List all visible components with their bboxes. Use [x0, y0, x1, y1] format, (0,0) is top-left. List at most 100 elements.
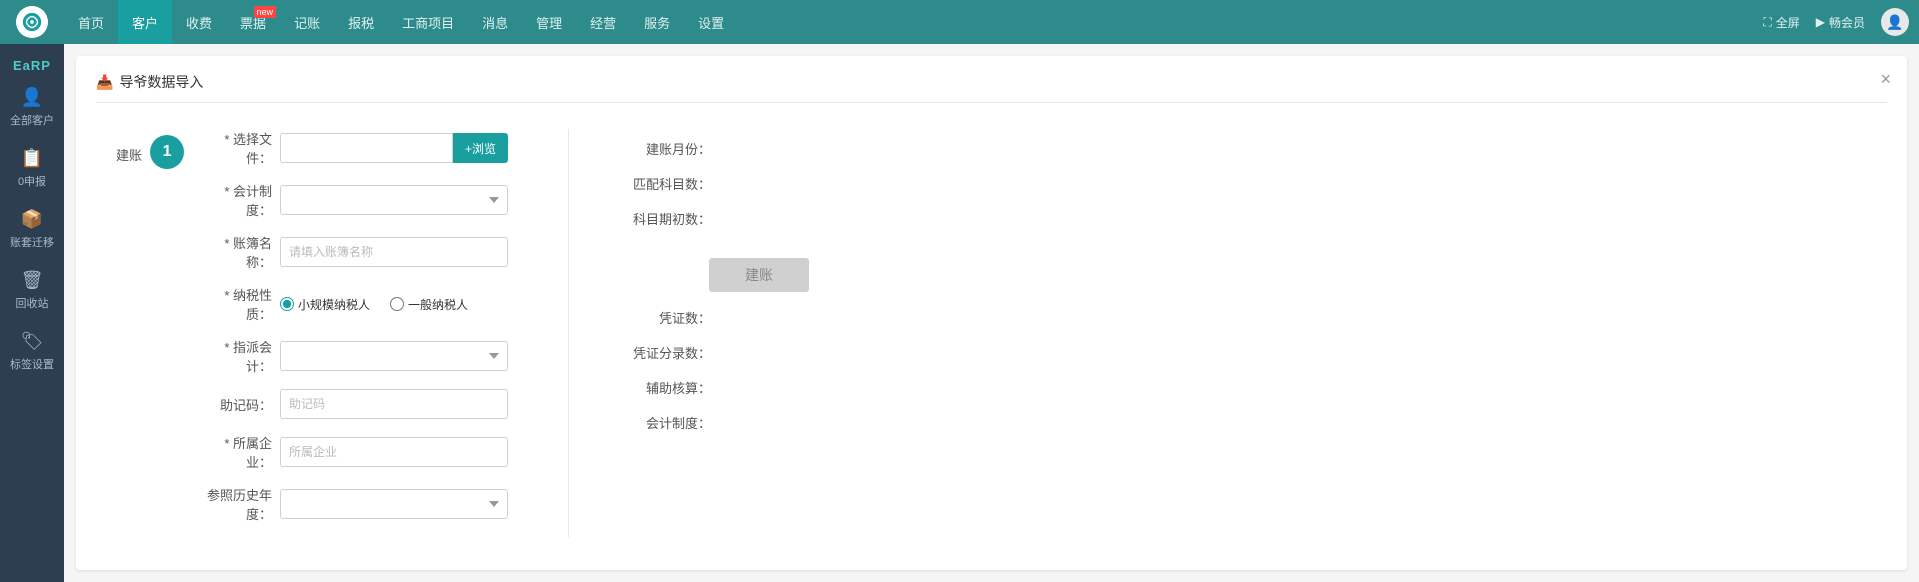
company-input[interactable]: [280, 437, 508, 467]
accounting-row: * 会计制度：: [200, 181, 508, 219]
avatar[interactable]: 👤: [1881, 8, 1909, 36]
close-button[interactable]: ×: [1880, 70, 1891, 88]
nav-bookkeeping[interactable]: 记账: [280, 0, 334, 44]
play-icon: ▶: [1816, 15, 1825, 29]
nav-tax[interactable]: 报税: [334, 0, 388, 44]
sidebar-item-recycle[interactable]: 🗑 回收站: [0, 262, 64, 319]
period-row: 科目期初数：: [629, 209, 889, 228]
file-label: * 选择文件：: [200, 129, 280, 167]
right-panel: 建账月份： 匹配科目数： 科目期初数： 建账: [629, 129, 889, 537]
build-btn-container: 建账: [629, 258, 889, 292]
company-row: * 所属企业：: [200, 433, 508, 471]
trash-icon: 🗑: [21, 270, 44, 291]
general-taxpayer-radio[interactable]: [390, 297, 404, 311]
page-header: 📥 导爷数据导入 ×: [96, 72, 1887, 103]
form-fields: * 选择文件： +浏览 * 会计制度：: [200, 129, 508, 537]
voucher-records-row: 凭证分录数：: [629, 343, 889, 362]
general-taxpayer-label: 一般纳税人: [408, 296, 468, 313]
month-label: 建账月份：: [629, 139, 719, 158]
accounting-label: * 会计制度：: [200, 181, 280, 219]
build-button[interactable]: 建账: [709, 258, 809, 292]
sidebar-item-tags[interactable]: 🏷 标签设置: [0, 323, 64, 380]
import-icon: 📥: [96, 74, 113, 91]
mnemonic-input[interactable]: [280, 389, 508, 419]
file-input[interactable]: [280, 133, 453, 163]
small-taxpayer-radio[interactable]: [280, 297, 294, 311]
nav-operation[interactable]: 经营: [576, 0, 630, 44]
box-icon: 📦: [21, 209, 43, 230]
form-layout: 建账 1 * 选择文件： +浏览: [96, 119, 1887, 547]
doc-icon: 📋: [21, 148, 43, 169]
sidebar-item-all-customers[interactable]: 👤 全部客户: [0, 79, 64, 136]
general-taxpayer-option[interactable]: 一般纳税人: [390, 296, 468, 313]
nav-settings[interactable]: 设置: [684, 0, 738, 44]
page-title: 📥 导爷数据导入: [96, 72, 203, 92]
file-row: * 选择文件： +浏览: [200, 129, 508, 167]
auxiliary-label: 辅助核算：: [629, 378, 719, 397]
accountant-label: * 指派会计：: [200, 337, 280, 375]
sidebar-item-label: 全部客户: [10, 112, 54, 128]
fullscreen-button[interactable]: ⛶ 全屏: [1763, 14, 1799, 31]
voucher-label: 凭证数：: [629, 308, 719, 327]
sidebar-item-label: 标签设置: [10, 356, 54, 372]
person-icon: 👤: [21, 87, 43, 108]
logo[interactable]: [10, 0, 54, 44]
main-layout: EaRP 👤 全部客户 📋 0申报 📦 账套迁移 🗑 回收站 🏷 标签设置: [0, 44, 1919, 582]
nav-right: ⛶ 全屏 ▶ 畅会员 👤: [1763, 8, 1909, 36]
nav-service[interactable]: 服务: [630, 0, 684, 44]
ledger-row: * 账簿名称：: [200, 233, 508, 271]
fullscreen-icon: ⛶: [1763, 15, 1771, 30]
nav-fee[interactable]: 收费: [172, 0, 226, 44]
period-label: 科目期初数：: [629, 209, 719, 228]
ledger-label: * 账簿名称：: [200, 233, 280, 271]
voucher-row: 凭证数：: [629, 308, 889, 327]
sidebar-item-label: 账套迁移: [10, 234, 54, 250]
nav-invoice[interactable]: 票据 new: [226, 0, 280, 44]
accounting-sys-row: 会计制度：: [629, 413, 889, 432]
tax-row: * 纳税性质： 小规模纳税人 一般纳税人: [200, 285, 508, 323]
sidebar-item-label: 0申报: [18, 173, 46, 189]
new-badge: new: [254, 6, 277, 18]
accounting-sys-label: 会计制度：: [629, 413, 719, 432]
browse-button[interactable]: +浏览: [453, 133, 508, 163]
sidebar-item-migration[interactable]: 📦 账套迁移: [0, 201, 64, 258]
history-label: 参照历史年度：: [200, 485, 280, 523]
step-section: 建账 1 * 选择文件： +浏览: [116, 129, 508, 537]
tag-icon: 🏷: [21, 331, 44, 352]
nav-business[interactable]: 工商项目: [388, 0, 468, 44]
top-navigation: 首页 客户 收费 票据 new 记账 报税 工商项目 消息 管理 经营 服务 设…: [0, 0, 1919, 44]
match-row: 匹配科目数：: [629, 174, 889, 193]
mnemonic-row: 助记码：: [200, 389, 508, 419]
sidebar-item-declaration[interactable]: 📋 0申报: [0, 140, 64, 197]
nav-items: 首页 客户 收费 票据 new 记账 报税 工商项目 消息 管理 经营 服务 设…: [54, 0, 1763, 44]
step-label: 建账: [116, 148, 142, 163]
content-area: 📥 导爷数据导入 × 建账 1: [64, 44, 1919, 582]
member-button[interactable]: ▶ 畅会员: [1816, 14, 1865, 31]
auxiliary-row: 辅助核算：: [629, 378, 889, 397]
small-taxpayer-label: 小规模纳税人: [298, 296, 370, 313]
step-indicator: 1: [150, 135, 184, 169]
nav-management[interactable]: 管理: [522, 0, 576, 44]
file-input-group: +浏览: [280, 133, 508, 163]
sidebar: EaRP 👤 全部客户 📋 0申报 📦 账套迁移 🗑 回收站 🏷 标签设置: [0, 44, 64, 582]
accountant-select[interactable]: [280, 341, 508, 371]
tax-label: * 纳税性质：: [200, 285, 280, 323]
nav-message[interactable]: 消息: [468, 0, 522, 44]
voucher-records-label: 凭证分录数：: [629, 343, 719, 362]
match-label: 匹配科目数：: [629, 174, 719, 193]
tax-radio-group: 小规模纳税人 一般纳税人: [280, 296, 508, 313]
small-taxpayer-option[interactable]: 小规模纳税人: [280, 296, 370, 313]
earp-label: EaRP: [13, 52, 51, 75]
company-label: * 所属企业：: [200, 433, 280, 471]
ledger-input[interactable]: [280, 237, 508, 267]
page-container: 📥 导爷数据导入 × 建账 1: [76, 56, 1907, 570]
panel-divider: [568, 129, 569, 537]
sidebar-item-label: 回收站: [16, 295, 49, 311]
history-select[interactable]: [280, 489, 508, 519]
nav-customer[interactable]: 客户: [118, 0, 172, 44]
mnemonic-label: 助记码：: [200, 395, 280, 414]
nav-home[interactable]: 首页: [64, 0, 118, 44]
accountant-row: * 指派会计：: [200, 337, 508, 375]
month-row: 建账月份：: [629, 139, 889, 158]
accounting-select[interactable]: [280, 185, 508, 215]
